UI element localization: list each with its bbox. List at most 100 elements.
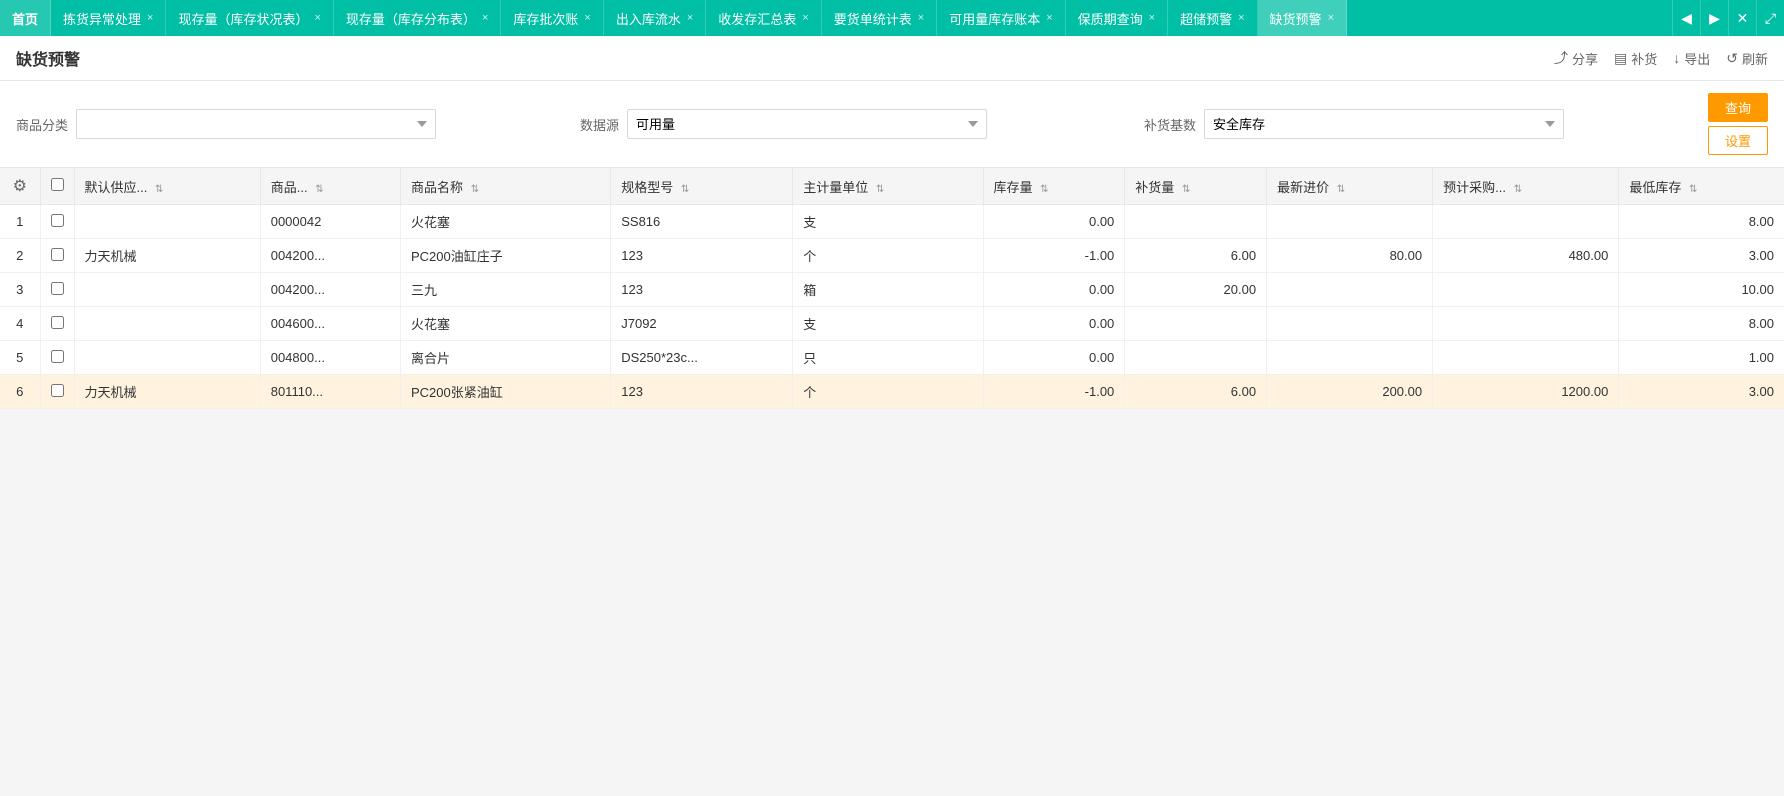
col-min-stock[interactable]: 最低库存 ⇅ — [1619, 168, 1784, 205]
close-icon[interactable]: × — [482, 12, 488, 24]
row-checkbox-input[interactable] — [51, 316, 64, 329]
table-row: 3004200...三九123箱0.0020.0010.00 — [0, 273, 1784, 307]
category-select[interactable] — [76, 109, 436, 139]
col-stock[interactable]: 库存量 ⇅ — [983, 168, 1125, 205]
row-latest-price: 80.00 — [1267, 239, 1433, 273]
gear-column-header: ⚙ — [0, 168, 40, 205]
table-body: 10000042火花塞SS816支0.008.002力天机械004200...P… — [0, 205, 1784, 409]
next-tab-button[interactable]: ▶ — [1700, 0, 1728, 36]
row-checkbox-input[interactable] — [51, 248, 64, 261]
close-window-button[interactable]: ✕ — [1728, 0, 1756, 36]
checkbox-column-header — [40, 168, 74, 205]
col-est-purchase[interactable]: 预计采购... ⇅ — [1433, 168, 1619, 205]
close-icon[interactable]: × — [1046, 12, 1052, 24]
refresh-button[interactable]: ↺ 刷新 — [1726, 49, 1768, 68]
row-latest-price — [1267, 273, 1433, 307]
close-icon[interactable]: × — [584, 12, 590, 24]
row-stock: 0.00 — [983, 307, 1125, 341]
refresh-icon: ↺ — [1726, 50, 1738, 67]
table-row: 5004800...离合片DS250*23c...只0.001.00 — [0, 341, 1784, 375]
category-filter-group: 商品分类 — [16, 109, 564, 139]
page-title: 缺货预警 — [16, 46, 1554, 70]
export-icon: ↓ — [1673, 50, 1680, 66]
sort-icon: ⇅ — [155, 184, 163, 195]
row-product-code: 004600... — [260, 307, 400, 341]
prev-tab-button[interactable]: ◀ — [1672, 0, 1700, 36]
nav-tab-overstock[interactable]: 超储预警 × — [1168, 0, 1257, 36]
close-icon[interactable]: × — [918, 12, 924, 24]
nav-tab-summary[interactable]: 收发存汇总表 × — [706, 0, 821, 36]
row-product-code: 004800... — [260, 341, 400, 375]
col-unit[interactable]: 主计量单位 ⇅ — [793, 168, 983, 205]
row-index: 4 — [0, 307, 40, 341]
row-replenish-qty: 6.00 — [1125, 239, 1267, 273]
query-button[interactable]: 查询 — [1708, 93, 1768, 122]
close-icon[interactable]: × — [1238, 12, 1244, 24]
nav-tab-home[interactable]: 首页 — [0, 0, 51, 36]
row-spec: SS816 — [611, 205, 793, 239]
close-icon[interactable]: × — [314, 12, 320, 24]
column-settings-button[interactable]: ⚙ — [13, 176, 27, 196]
table-row: 4004600...火花塞J7092支0.008.00 — [0, 307, 1784, 341]
row-product-code: 004200... — [260, 273, 400, 307]
close-icon[interactable]: × — [802, 12, 808, 24]
col-replenish-qty-label: 补货量 — [1135, 180, 1174, 195]
row-checkbox — [40, 239, 74, 273]
close-icon[interactable]: × — [1149, 12, 1155, 24]
row-index: 2 — [0, 239, 40, 273]
filter-bar: 商品分类 数据源 可用量 库存量 补货基数 安全库存 最低库存 查询 设置 — [0, 81, 1784, 168]
col-latest-price[interactable]: 最新进价 ⇅ — [1267, 168, 1433, 205]
close-icon[interactable]: × — [1328, 12, 1334, 24]
row-checkbox-input[interactable] — [51, 384, 64, 397]
export-button[interactable]: ↓ 导出 — [1673, 49, 1710, 68]
row-stock: 0.00 — [983, 341, 1125, 375]
nav-tab-shortage[interactable]: 缺货预警 × — [1258, 0, 1347, 36]
close-icon[interactable]: × — [147, 12, 153, 24]
col-stock-label: 库存量 — [994, 180, 1033, 195]
row-stock: -1.00 — [983, 239, 1125, 273]
row-default-supplier — [74, 307, 260, 341]
settings-button[interactable]: 设置 — [1708, 126, 1768, 155]
row-checkbox-input[interactable] — [51, 282, 64, 295]
datasource-label: 数据源 — [580, 115, 619, 134]
row-checkbox-input[interactable] — [51, 350, 64, 363]
row-checkbox-input[interactable] — [51, 214, 64, 227]
row-min-stock: 1.00 — [1619, 341, 1784, 375]
close-icon[interactable]: × — [687, 12, 693, 24]
nav-tab-order-stats[interactable]: 要货单统计表 × — [822, 0, 937, 36]
replenish-button[interactable]: ▤ 补货 — [1614, 49, 1657, 68]
col-default-supplier[interactable]: 默认供应... ⇅ — [74, 168, 260, 205]
col-product-code[interactable]: 商品... ⇅ — [260, 168, 400, 205]
row-checkbox — [40, 375, 74, 409]
row-latest-price — [1267, 341, 1433, 375]
select-all-checkbox[interactable] — [51, 178, 64, 191]
col-spec[interactable]: 规格型号 ⇅ — [611, 168, 793, 205]
share-button[interactable]: ⤴ 分享 — [1554, 48, 1598, 68]
row-default-supplier — [74, 205, 260, 239]
nav-tab-picking[interactable]: 拣货异常处理 × — [51, 0, 166, 36]
row-latest-price — [1267, 307, 1433, 341]
table-row: 2力天机械004200...PC200油缸庄子123个-1.006.0080.0… — [0, 239, 1784, 273]
table-row: 10000042火花塞SS816支0.008.00 — [0, 205, 1784, 239]
replenish-base-select[interactable]: 安全库存 最低库存 — [1204, 109, 1564, 139]
row-replenish-qty — [1125, 205, 1267, 239]
nav-tab-inventory-dist[interactable]: 现存量（库存分布表） × — [334, 0, 501, 36]
col-replenish-qty[interactable]: 补货量 ⇅ — [1125, 168, 1267, 205]
col-product-name[interactable]: 商品名称 ⇅ — [400, 168, 610, 205]
maximize-button[interactable]: ⤢ — [1756, 0, 1784, 36]
datasource-select[interactable]: 可用量 库存量 — [627, 109, 987, 139]
col-product-code-label: 商品... — [271, 180, 308, 195]
sort-icon: ⇅ — [1514, 184, 1522, 195]
sort-icon: ⇅ — [1182, 184, 1190, 195]
row-index: 3 — [0, 273, 40, 307]
nav-tab-inventory-status[interactable]: 现存量（库存状况表） × — [166, 0, 333, 36]
row-product-name: 火花塞 — [400, 307, 610, 341]
nav-tab-inout[interactable]: 出入库流水 × — [604, 0, 706, 36]
col-product-name-label: 商品名称 — [411, 180, 463, 195]
row-spec: 123 — [611, 273, 793, 307]
row-latest-price: 200.00 — [1267, 375, 1433, 409]
nav-tab-expiry[interactable]: 保质期查询 × — [1066, 0, 1168, 36]
nav-tab-batch[interactable]: 库存批次账 × — [501, 0, 603, 36]
nav-tab-available[interactable]: 可用量库存账本 × — [937, 0, 1065, 36]
sort-icon: ⇅ — [681, 184, 689, 195]
